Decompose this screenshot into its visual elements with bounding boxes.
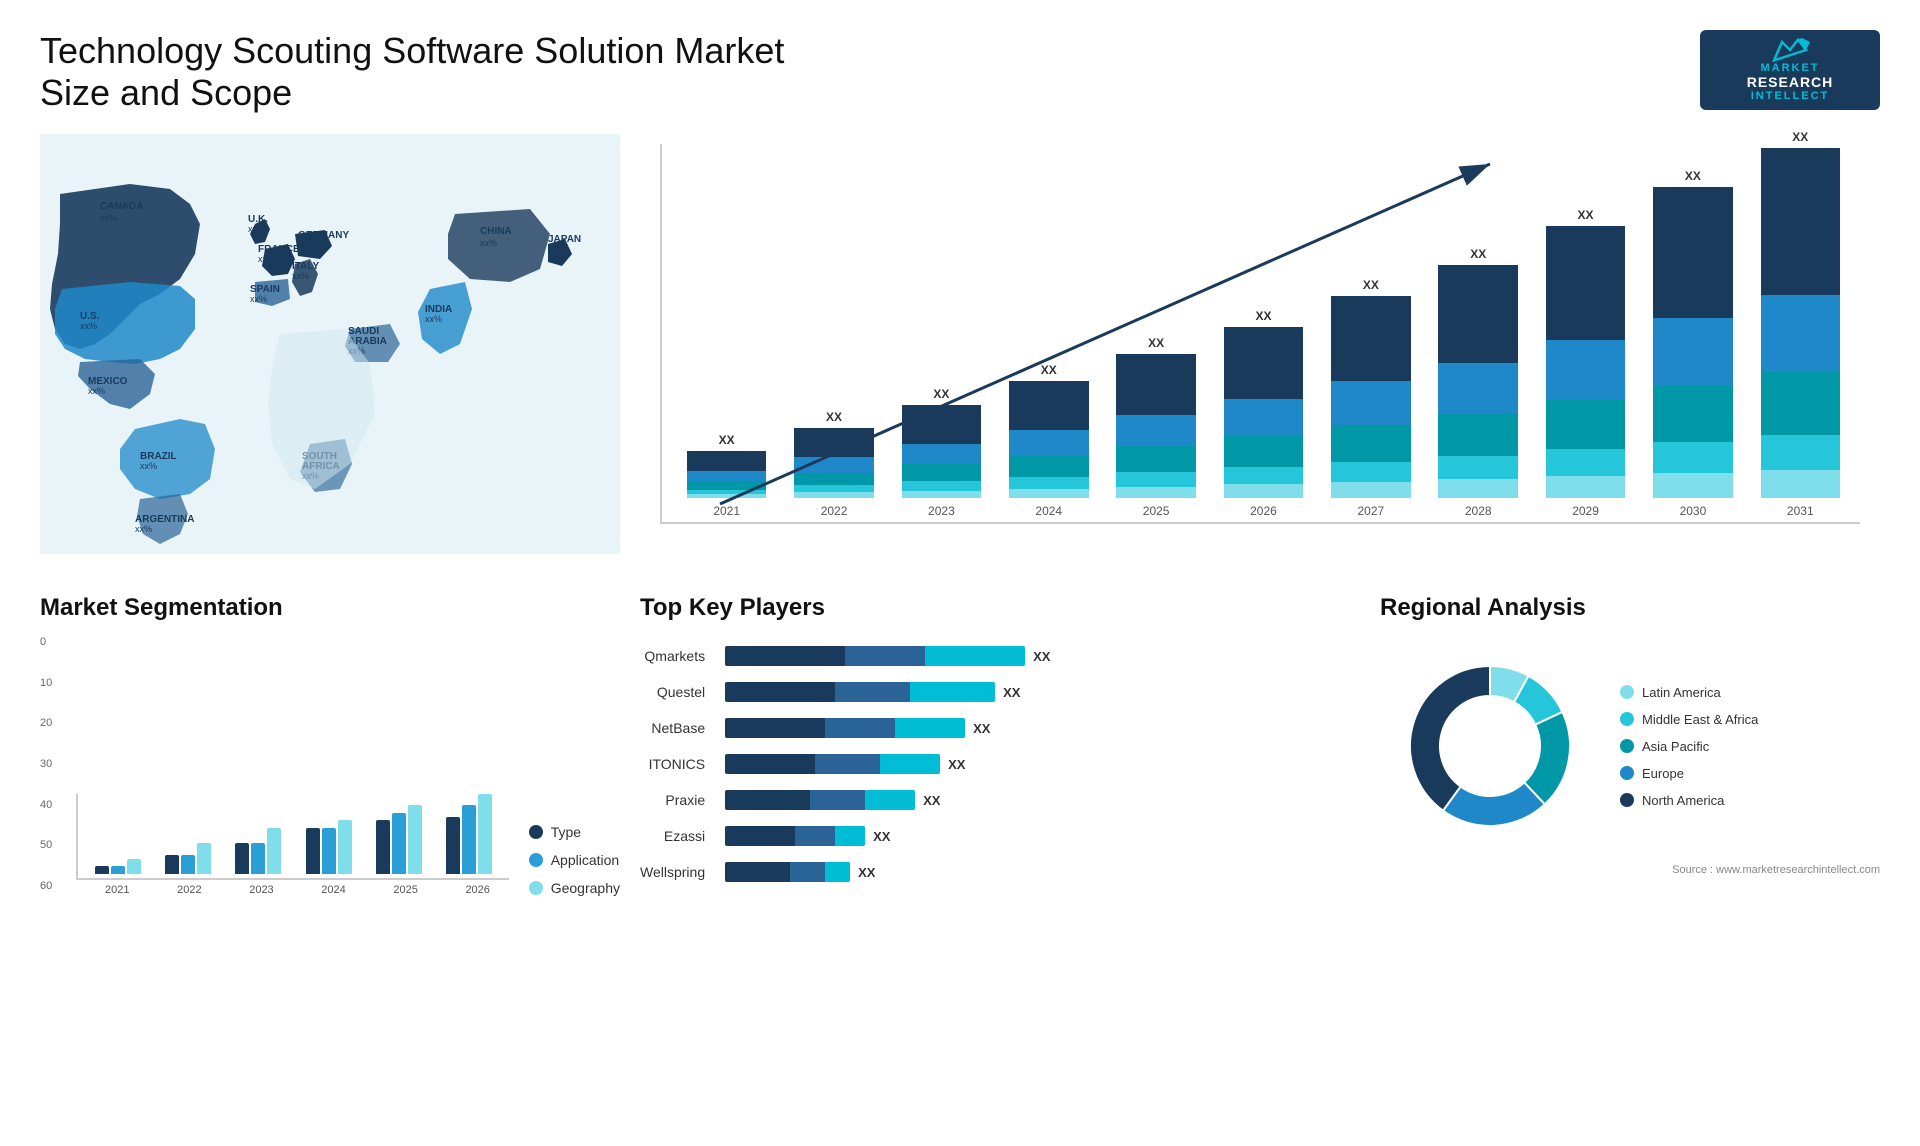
source-text: Source : www.marketresearchintellect.com <box>1380 864 1880 876</box>
svg-text:xx%: xx% <box>140 461 157 471</box>
bar-chart-section: XX2021XX2022XX2023XX2024XX2025XX2026XX20… <box>640 134 1880 564</box>
logo-box: MARKET RESEARCH INTELLECT <box>1700 30 1880 110</box>
reg-legend-north-america: North America <box>1620 793 1758 808</box>
bar-group-2021: XX2021 <box>677 144 776 518</box>
legend-application: Application <box>529 852 620 868</box>
regional-inner: Latin America Middle East & Africa Asia Pa… <box>1380 636 1880 856</box>
reg-legend-europe: Europe <box>1620 766 1758 781</box>
player-name-itonics: ITONICS <box>640 752 705 776</box>
player-names: Qmarkets Questel NetBase ITONICS Praxie Ezass… <box>640 636 705 884</box>
player-list: Qmarkets Questel NetBase ITONICS Praxie Ezass… <box>640 636 1360 884</box>
bottom-section: Market Segmentation 60 50 40 30 20 10 0 … <box>40 584 1880 906</box>
seg-chart-area: 60 50 40 30 20 10 0 20212022202320242025… <box>40 636 620 896</box>
regional-section: Regional Analysis Latin America Middle Ea… <box>1380 584 1880 906</box>
player-name-praxie: Praxie <box>640 788 705 812</box>
player-val: XX <box>1033 649 1050 664</box>
player-bars: XX XX XX XX XX XX XX <box>725 636 1360 884</box>
player-val: XX <box>873 829 890 844</box>
player-val: XX <box>948 757 965 772</box>
svg-text:xx%: xx% <box>258 254 275 264</box>
seg-y-labels: 60 50 40 30 20 10 0 <box>40 636 56 896</box>
bar-group-2029: XX2029 <box>1536 144 1635 518</box>
svg-text:xx%: xx% <box>100 213 117 223</box>
seg-bar-group-2 <box>228 828 288 874</box>
page-title: Technology Scouting Software Solution Ma… <box>40 30 840 114</box>
svg-text:xx%: xx% <box>250 294 267 304</box>
seg-x-labels: 202120222023202420252026 <box>76 884 508 896</box>
svg-text:xx%: xx% <box>548 244 565 254</box>
player-bar-row-itonics: XX <box>725 752 1360 776</box>
bar-group-2030: XX2030 <box>1643 144 1742 518</box>
player-bar-row-questel: XX <box>725 680 1360 704</box>
segmentation-title: Market Segmentation <box>40 594 620 622</box>
bar-group-2022: XX2022 <box>784 144 883 518</box>
world-map-svg: CANADA xx% U.S. xx% MEXICO xx% BRAZIL xx… <box>40 134 620 554</box>
seg-bars <box>76 794 508 881</box>
header: Technology Scouting Software Solution Ma… <box>40 30 1880 114</box>
player-bar-row-wellspring: XX <box>725 860 1360 884</box>
reg-legend-latin-america: Latin America <box>1620 685 1758 700</box>
canada-label: CANADA <box>100 201 143 212</box>
china-label: CHINA <box>480 226 512 237</box>
player-bar-row-praxie: XX <box>725 788 1360 812</box>
players-title: Top Key Players <box>640 594 1360 622</box>
regional-legend: Latin America Middle East & Africa Asia Pa… <box>1620 685 1758 808</box>
map-section: CANADA xx% U.S. xx% MEXICO xx% BRAZIL xx… <box>40 134 620 564</box>
seg-bar-group-0 <box>88 859 148 874</box>
donut-svg <box>1380 636 1600 856</box>
legend-geography: Geography <box>529 880 620 896</box>
main-grid: CANADA xx% U.S. xx% MEXICO xx% BRAZIL xx… <box>40 134 1880 906</box>
player-name-qmarkets: Qmarkets <box>640 644 705 668</box>
player-bar-row-qmarkets: XX <box>725 644 1360 668</box>
player-name-questel: Questel <box>640 680 705 704</box>
seg-bar-group-5 <box>439 794 499 875</box>
logo-line1: MARKET <box>1760 62 1819 74</box>
logo-line3: INTELLECT <box>1751 90 1830 102</box>
bar-group-2028: XX2028 <box>1429 144 1528 518</box>
geography-dot <box>529 881 543 895</box>
type-dot <box>529 825 543 839</box>
svg-text:xx%: xx% <box>292 271 309 281</box>
bar-group-2026: XX2026 <box>1214 144 1313 518</box>
svg-text:xx%: xx% <box>88 386 105 396</box>
application-dot <box>529 853 543 867</box>
player-name-ezassi: Ezassi <box>640 824 705 848</box>
player-val: XX <box>1003 685 1020 700</box>
logo-icon <box>1765 38 1815 62</box>
svg-text:xx%: xx% <box>480 238 497 248</box>
legend-type: Type <box>529 824 620 840</box>
seg-bar-group-4 <box>369 805 429 874</box>
logo-line2: RESEARCH <box>1747 74 1834 90</box>
svg-text:xx%: xx% <box>425 314 442 324</box>
player-val: XX <box>923 793 940 808</box>
player-val: XX <box>973 721 990 736</box>
bar-group-2031: XX2031 <box>1751 144 1850 518</box>
logo-area: MARKET RESEARCH INTELLECT <box>1700 30 1880 110</box>
segmentation-section: Market Segmentation 60 50 40 30 20 10 0 … <box>40 584 620 906</box>
bar-group-2025: XX2025 <box>1106 144 1205 518</box>
player-val: XX <box>858 865 875 880</box>
seg-bar-group-1 <box>158 843 218 874</box>
svg-text:xx%: xx% <box>298 240 315 250</box>
seg-legend: Type Application Geography <box>529 804 620 896</box>
svg-text:xx%: xx% <box>135 524 152 534</box>
regional-title: Regional Analysis <box>1380 594 1880 622</box>
reg-legend-asia-pacific: Asia Pacific <box>1620 739 1758 754</box>
player-name-netbase: NetBase <box>640 716 705 740</box>
player-name-wellspring: Wellspring <box>640 860 705 884</box>
svg-text:xx%: xx% <box>80 321 97 331</box>
reg-legend-middle-east-&-africa: Middle East & Africa <box>1620 712 1758 727</box>
svg-text:xx%: xx% <box>248 224 265 234</box>
player-bar-row-ezassi: XX <box>725 824 1360 848</box>
seg-bar-group-3 <box>298 820 358 874</box>
bar-group-2024: XX2024 <box>999 144 1098 518</box>
player-bar-row-netbase: XX <box>725 716 1360 740</box>
bar-group-2023: XX2023 <box>892 144 991 518</box>
players-section: Top Key Players Qmarkets Questel NetBase IT… <box>640 584 1360 906</box>
bar-group-2027: XX2027 <box>1321 144 1420 518</box>
bar-chart-container: XX2021XX2022XX2023XX2024XX2025XX2026XX20… <box>660 144 1860 524</box>
donut-chart <box>1380 636 1600 856</box>
